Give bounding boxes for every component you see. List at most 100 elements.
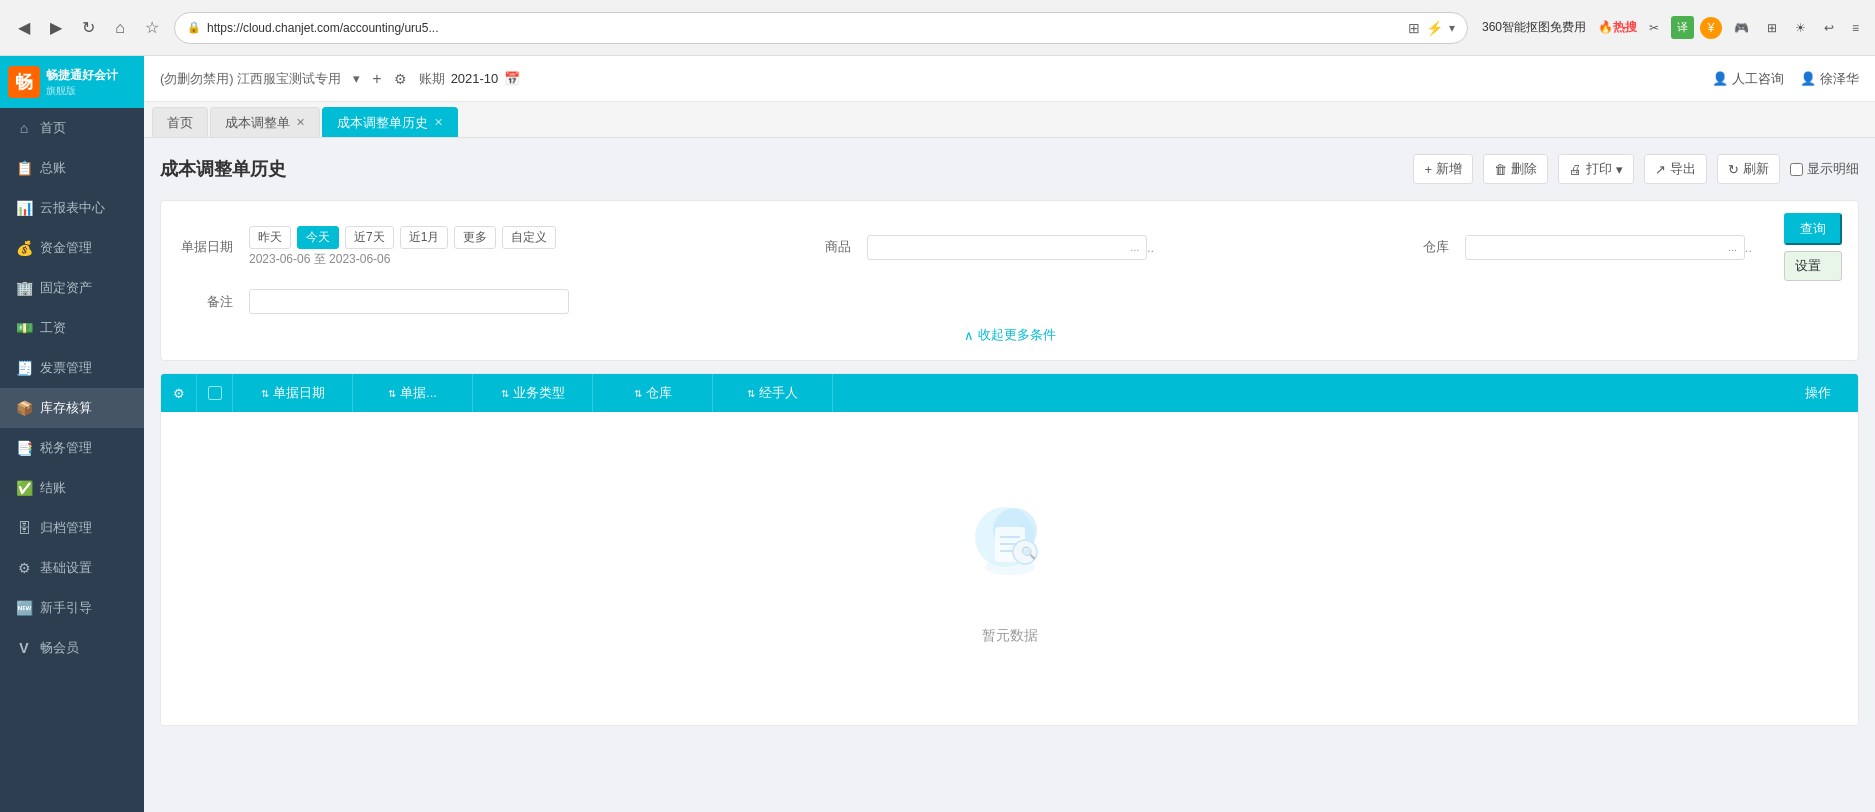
date-btn-more[interactable]: 更多 bbox=[454, 226, 496, 249]
tab-cost-adjust-close[interactable]: ✕ bbox=[296, 116, 305, 129]
delete-button[interactable]: 🗑 删除 bbox=[1483, 154, 1548, 184]
sidebar-item-archive[interactable]: 🗄 归档管理 bbox=[0, 508, 144, 548]
print-icon: 🖨 bbox=[1569, 162, 1582, 177]
translate-btn[interactable]: 译 bbox=[1671, 16, 1694, 39]
th-handler[interactable]: ⇅ 经手人 bbox=[713, 374, 833, 412]
archive-icon: 🗄 bbox=[16, 520, 32, 536]
user-menu[interactable]: 👤 徐泽华 bbox=[1800, 70, 1859, 88]
tab-home[interactable]: 首页 bbox=[152, 107, 208, 137]
date-filter-label: 单据日期 bbox=[177, 238, 233, 256]
consult-label: 人工咨询 bbox=[1732, 70, 1784, 88]
sidebar-item-payroll[interactable]: 💵 工资 bbox=[0, 308, 144, 348]
closing-icon: ✅ bbox=[16, 480, 32, 496]
date-btn-custom[interactable]: 自定义 bbox=[502, 226, 556, 249]
export-button[interactable]: ↗ 导出 bbox=[1644, 154, 1707, 184]
dropdown-arrow[interactable]: ▾ bbox=[353, 71, 360, 86]
forward-button[interactable]: ▶ bbox=[42, 14, 70, 42]
funds-icon: 💰 bbox=[16, 240, 32, 256]
logo-icon: 畅 bbox=[8, 66, 40, 98]
brightness-btn[interactable]: ☀ bbox=[1789, 17, 1812, 39]
sidebar-item-tax[interactable]: 📑 税务管理 bbox=[0, 428, 144, 468]
sidebar-item-label: 归档管理 bbox=[40, 519, 92, 537]
tab-cost-adjust[interactable]: 成本调整单 ✕ bbox=[210, 107, 320, 137]
th-number-label: 单据... bbox=[400, 384, 437, 402]
address-bar[interactable]: 🔒 https://cloud.chanjet.com/accounting/u… bbox=[174, 12, 1468, 44]
show-columns-checkbox-label[interactable]: 显示明细 bbox=[1790, 160, 1859, 178]
warehouse-select[interactable] bbox=[1465, 235, 1745, 260]
hot-search-label[interactable]: 🔥热搜 bbox=[1598, 19, 1637, 36]
sidebar-item-funds[interactable]: 💰 资金管理 bbox=[0, 228, 144, 268]
tab-cost-adjust-history-close[interactable]: ✕ bbox=[434, 116, 443, 129]
star-button[interactable]: ☆ bbox=[138, 14, 166, 42]
th-type-label: 业务类型 bbox=[513, 384, 565, 402]
sidebar-item-label: 固定资产 bbox=[40, 279, 92, 297]
refresh-button[interactable]: ↻ 刷新 bbox=[1717, 154, 1780, 184]
export-label: 导出 bbox=[1670, 160, 1696, 178]
undo-btn[interactable]: ↩ bbox=[1818, 17, 1840, 39]
filter-area: 单据日期 昨天 今天 近7天 近1月 更多 自定义 2023-06-06 至 2… bbox=[160, 200, 1859, 361]
calendar-icon[interactable]: 📅 bbox=[504, 71, 520, 86]
fixed-assets-icon: 🏢 bbox=[16, 280, 32, 296]
add-icon[interactable]: + bbox=[372, 70, 381, 88]
remark-input[interactable] bbox=[249, 289, 569, 314]
scissors-btn[interactable]: ✂ bbox=[1643, 17, 1665, 39]
yuan-btn[interactable]: ¥ bbox=[1700, 17, 1722, 39]
game-btn[interactable]: 🎮 bbox=[1728, 17, 1755, 39]
th-settings[interactable]: ⚙ bbox=[161, 374, 197, 412]
sidebar-item-ledger[interactable]: 📋 总账 bbox=[0, 148, 144, 188]
sidebar-item-inventory[interactable]: 📦 库存核算 bbox=[0, 388, 144, 428]
back-button[interactable]: ◀ bbox=[10, 14, 38, 42]
date-btn-1month[interactable]: 近1月 bbox=[400, 226, 449, 249]
tab-cost-adjust-history[interactable]: 成本调整单历史 ✕ bbox=[322, 107, 458, 137]
sidebar-item-guide[interactable]: 🆕 新手引导 bbox=[0, 588, 144, 628]
th-number[interactable]: ⇅ 单据... bbox=[353, 374, 473, 412]
sidebar-item-closing[interactable]: ✅ 结账 bbox=[0, 468, 144, 508]
user-icon: 👤 bbox=[1712, 71, 1728, 86]
logo-main-text: 畅捷通好会计 bbox=[46, 67, 118, 84]
date-quick-buttons: 昨天 今天 近7天 近1月 更多 自定义 bbox=[249, 226, 556, 249]
th-type[interactable]: ⇅ 业务类型 bbox=[473, 374, 593, 412]
th-date[interactable]: ⇅ 单据日期 bbox=[233, 374, 353, 412]
page-content: 成本调整单历史 + 新增 🗑 删除 🖨 打印 ▾ bbox=[144, 138, 1875, 812]
show-columns-checkbox[interactable] bbox=[1790, 163, 1803, 176]
inventory-icon: 📦 bbox=[16, 400, 32, 416]
sidebar-item-home[interactable]: ⌂ 首页 bbox=[0, 108, 144, 148]
settings-icon2[interactable]: ⚙ bbox=[394, 71, 407, 87]
header-checkbox[interactable] bbox=[208, 386, 222, 400]
consult-btn[interactable]: 👤 人工咨询 bbox=[1712, 70, 1784, 88]
empty-svg: 🔍 bbox=[960, 492, 1060, 592]
svg-text:🔍: 🔍 bbox=[1021, 545, 1036, 560]
collapse-filter-button[interactable]: ∧ 收起更多条件 bbox=[177, 322, 1842, 348]
tab-home-label: 首页 bbox=[167, 114, 193, 132]
menu-btn[interactable]: ≡ bbox=[1846, 17, 1865, 39]
th-date-label: 单据日期 bbox=[273, 384, 325, 402]
show-columns-label-text: 显示明细 bbox=[1807, 160, 1859, 178]
sidebar-item-reports[interactable]: 📊 云报表中心 bbox=[0, 188, 144, 228]
new-button[interactable]: + 新增 bbox=[1413, 154, 1473, 184]
app-logo[interactable]: 畅 畅捷通好会计 旗舰版 bbox=[0, 56, 144, 108]
sidebar-item-invoice[interactable]: 🧾 发票管理 bbox=[0, 348, 144, 388]
product-select[interactable] bbox=[867, 235, 1147, 260]
tabs-icon: ⊞ bbox=[1408, 20, 1420, 36]
sidebar-item-fixed-assets[interactable]: 🏢 固定资产 bbox=[0, 268, 144, 308]
refresh-button[interactable]: ↻ bbox=[74, 14, 102, 42]
th-handler-label: 经手人 bbox=[759, 384, 798, 402]
filter-row-remark: 备注 bbox=[177, 289, 1842, 314]
sidebar-item-settings[interactable]: ⚙ 基础设置 bbox=[0, 548, 144, 588]
home-button[interactable]: ⌂ bbox=[106, 14, 134, 42]
warehouse-select-wrapper bbox=[1465, 235, 1745, 260]
date-btn-today[interactable]: 今天 bbox=[297, 226, 339, 249]
search-label[interactable]: 360智能抠图免费用 bbox=[1476, 15, 1592, 40]
reset-button[interactable]: 设置 bbox=[1784, 251, 1842, 281]
grid-btn[interactable]: ⊞ bbox=[1761, 17, 1783, 39]
search-button[interactable]: 查询 bbox=[1784, 213, 1842, 245]
th-checkbox[interactable] bbox=[197, 374, 233, 412]
sidebar-item-label: 基础设置 bbox=[40, 559, 92, 577]
date-btn-7days[interactable]: 近7天 bbox=[345, 226, 394, 249]
page-header: 成本调整单历史 + 新增 🗑 删除 🖨 打印 ▾ bbox=[160, 154, 1859, 184]
date-btn-yesterday[interactable]: 昨天 bbox=[249, 226, 291, 249]
print-button[interactable]: 🖨 打印 ▾ bbox=[1558, 154, 1634, 184]
th-warehouse[interactable]: ⇅ 仓库 bbox=[593, 374, 713, 412]
sidebar-item-member[interactable]: V 畅会员 bbox=[0, 628, 144, 668]
page-title: 成本调整单历史 bbox=[160, 157, 286, 181]
